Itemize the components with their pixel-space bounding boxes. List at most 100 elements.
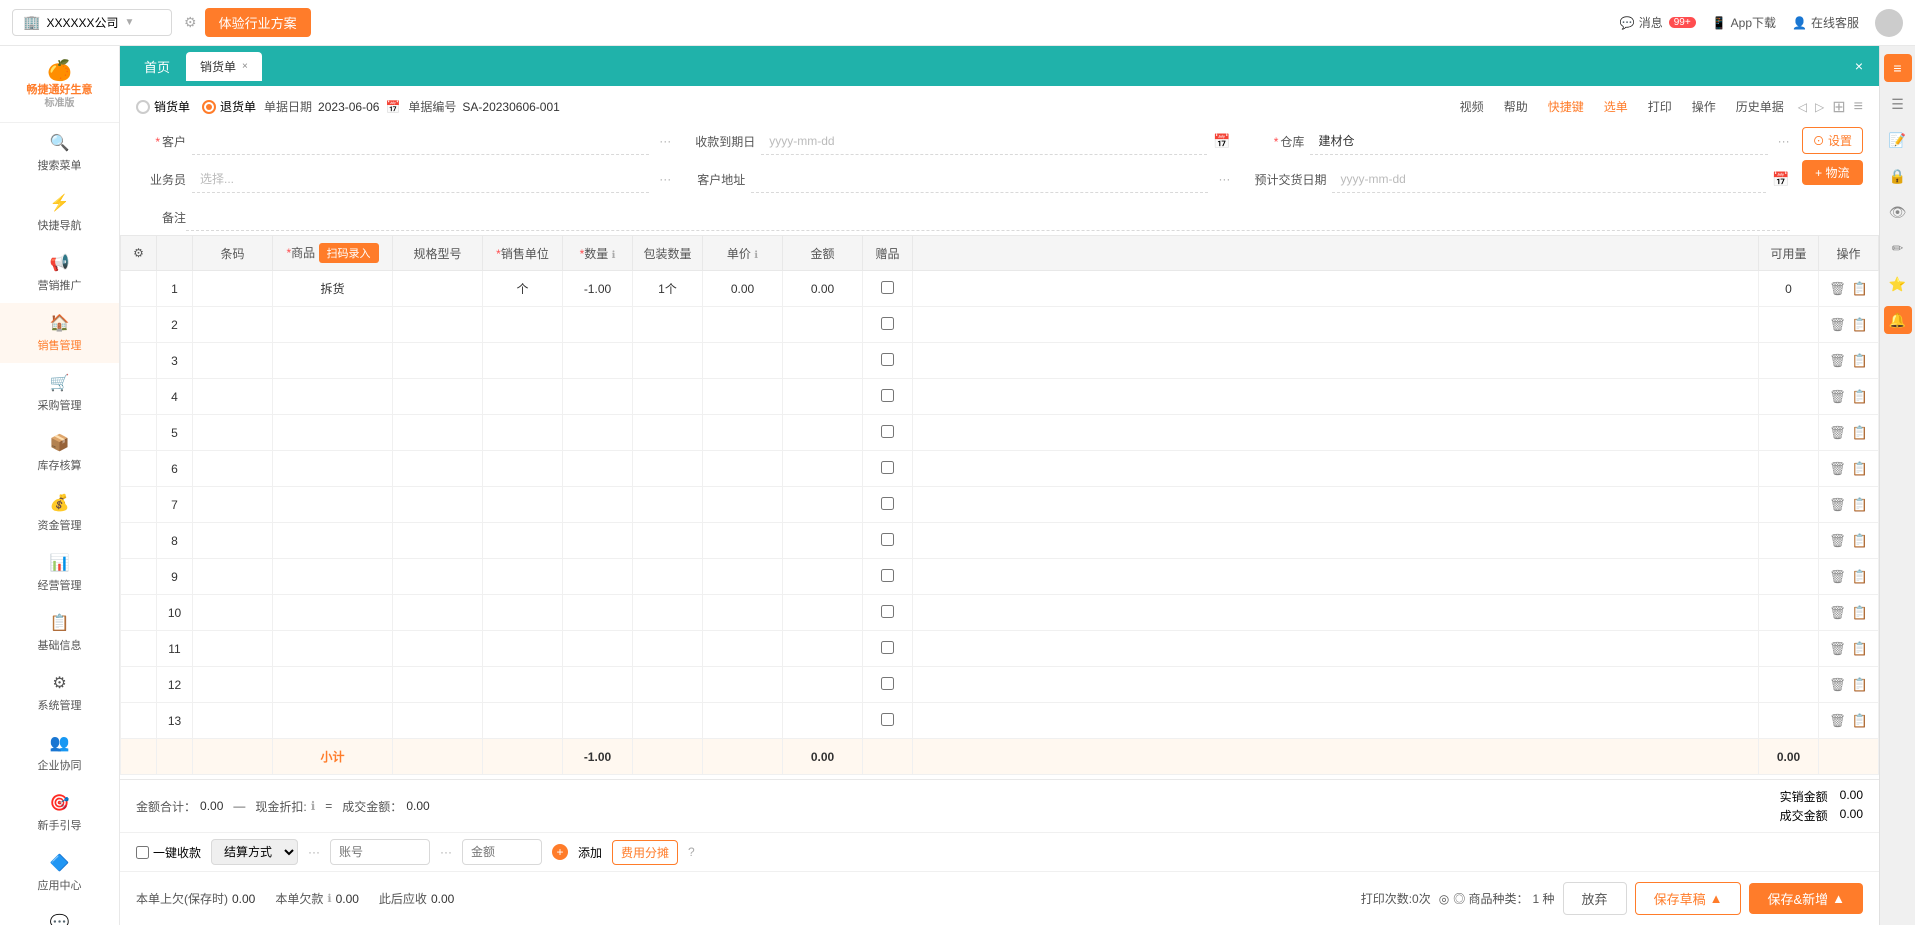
due-date-input[interactable]: yyyy-mm-dd bbox=[761, 127, 1207, 155]
cell-pkg-0[interactable]: 1个 bbox=[633, 271, 703, 307]
copy-icon-12[interactable]: 📋 bbox=[1852, 713, 1868, 729]
right-panel-icon-7[interactable]: 🔔 bbox=[1884, 306, 1912, 334]
customer-input[interactable] bbox=[192, 127, 649, 155]
cell-pkg-4[interactable] bbox=[633, 415, 703, 451]
cell-gift-5[interactable] bbox=[863, 451, 913, 487]
sidebar-item-8[interactable]: 📋基础信息 bbox=[0, 603, 119, 663]
cell-unit-11[interactable] bbox=[483, 667, 563, 703]
cell-pkg-3[interactable] bbox=[633, 379, 703, 415]
cell-price-5[interactable] bbox=[703, 451, 783, 487]
cell-amount-2[interactable] bbox=[783, 343, 863, 379]
cell-qty-11[interactable] bbox=[563, 667, 633, 703]
sidebar-item-2[interactable]: 📢营销推广 bbox=[0, 243, 119, 303]
cell-goods-12[interactable] bbox=[273, 703, 393, 739]
nav-next-icon[interactable]: ▷ bbox=[1815, 100, 1824, 114]
cell-goods-0[interactable]: 拆货 bbox=[273, 271, 393, 307]
one-click-payment[interactable]: 一键收款 bbox=[136, 844, 201, 861]
salesperson-input[interactable]: 选择... bbox=[192, 165, 649, 193]
cell-qty-4[interactable] bbox=[563, 415, 633, 451]
cell-barcode-2[interactable] bbox=[193, 343, 273, 379]
save-new-btn[interactable]: 保存&新增 ▲ bbox=[1749, 883, 1863, 914]
nav-prev-icon[interactable]: ◁ bbox=[1798, 100, 1807, 114]
copy-icon-9[interactable]: 📋 bbox=[1852, 605, 1868, 621]
list-view-icon[interactable]: ≡ bbox=[1854, 98, 1863, 116]
cell-unit-6[interactable] bbox=[483, 487, 563, 523]
expected-date-input[interactable]: yyyy-mm-dd bbox=[1332, 165, 1766, 193]
cell-amount-0[interactable]: 0.00 bbox=[783, 271, 863, 307]
cell-spec-10[interactable] bbox=[393, 631, 483, 667]
delete-icon-7[interactable]: 🗑 bbox=[1829, 533, 1846, 549]
cell-spec-8[interactable] bbox=[393, 559, 483, 595]
cell-qty-3[interactable] bbox=[563, 379, 633, 415]
cell-spec-12[interactable] bbox=[393, 703, 483, 739]
company-selector[interactable]: 🏢 XXXXXX公司 ▼ bbox=[12, 9, 172, 36]
history-btn[interactable]: 历史单据 bbox=[1730, 96, 1790, 117]
cell-pkg-12[interactable] bbox=[633, 703, 703, 739]
cell-gift-3[interactable] bbox=[863, 379, 913, 415]
settlement-select[interactable]: 结算方式 bbox=[211, 839, 298, 865]
cell-spec-1[interactable] bbox=[393, 307, 483, 343]
cell-barcode-11[interactable] bbox=[193, 667, 273, 703]
cell-unit-9[interactable] bbox=[483, 595, 563, 631]
cell-gift-9[interactable] bbox=[863, 595, 913, 631]
salesperson-more[interactable]: ··· bbox=[659, 172, 671, 186]
copy-icon-11[interactable]: 📋 bbox=[1852, 677, 1868, 693]
cell-price-0[interactable]: 0.00 bbox=[703, 271, 783, 307]
sidebar-item-5[interactable]: 📦库存核算 bbox=[0, 423, 119, 483]
sidebar-item-3[interactable]: 🏠销售管理 bbox=[0, 303, 119, 363]
cell-price-1[interactable] bbox=[703, 307, 783, 343]
copy-icon-3[interactable]: 📋 bbox=[1852, 389, 1868, 405]
warehouse-input[interactable]: 建材仓 bbox=[1310, 127, 1767, 155]
cell-price-2[interactable] bbox=[703, 343, 783, 379]
sidebar-item-12[interactable]: 🔷应用中心 bbox=[0, 843, 119, 903]
cell-unit-10[interactable] bbox=[483, 631, 563, 667]
delete-icon-6[interactable]: 🗑 bbox=[1829, 497, 1846, 513]
print-btn[interactable]: 打印 bbox=[1642, 96, 1678, 117]
cell-barcode-9[interactable] bbox=[193, 595, 273, 631]
cell-barcode-1[interactable] bbox=[193, 307, 273, 343]
avatar[interactable] bbox=[1875, 9, 1903, 37]
cell-amount-5[interactable] bbox=[783, 451, 863, 487]
cell-gift-12[interactable] bbox=[863, 703, 913, 739]
cell-barcode-6[interactable] bbox=[193, 487, 273, 523]
expense-btn[interactable]: 费用分摊 bbox=[612, 840, 678, 865]
cell-barcode-0[interactable] bbox=[193, 271, 273, 307]
delete-icon-2[interactable]: 🗑 bbox=[1829, 353, 1846, 369]
cell-barcode-10[interactable] bbox=[193, 631, 273, 667]
cell-spec-9[interactable] bbox=[393, 595, 483, 631]
cell-price-11[interactable] bbox=[703, 667, 783, 703]
sidebar-item-4[interactable]: 🛒采购管理 bbox=[0, 363, 119, 423]
scan-btn[interactable]: 扫码录入 bbox=[319, 243, 379, 263]
cell-pkg-9[interactable] bbox=[633, 595, 703, 631]
sidebar-item-0[interactable]: 🔍搜索菜单 bbox=[0, 123, 119, 183]
cell-qty-1[interactable] bbox=[563, 307, 633, 343]
delete-icon-1[interactable]: 🗑 bbox=[1829, 317, 1846, 333]
cell-amount-12[interactable] bbox=[783, 703, 863, 739]
cell-barcode-5[interactable] bbox=[193, 451, 273, 487]
cell-gift-11[interactable] bbox=[863, 667, 913, 703]
sidebar-item-13[interactable]: 💬企业微信 bbox=[0, 903, 119, 925]
due-date-calendar[interactable]: 📅 bbox=[1213, 133, 1230, 150]
cell-goods-10[interactable] bbox=[273, 631, 393, 667]
copy-icon-0[interactable]: 📋 bbox=[1852, 281, 1868, 297]
cell-spec-0[interactable] bbox=[393, 271, 483, 307]
cell-qty-9[interactable] bbox=[563, 595, 633, 631]
cell-qty-0[interactable]: -1.00 bbox=[563, 271, 633, 307]
delete-icon-10[interactable]: 🗑 bbox=[1829, 641, 1846, 657]
radio-return[interactable]: 退货单 bbox=[202, 98, 256, 115]
cell-price-3[interactable] bbox=[703, 379, 783, 415]
delete-icon-12[interactable]: 🗑 bbox=[1829, 713, 1846, 729]
cell-goods-9[interactable] bbox=[273, 595, 393, 631]
cell-gift-4[interactable] bbox=[863, 415, 913, 451]
cell-pkg-1[interactable] bbox=[633, 307, 703, 343]
cell-goods-6[interactable] bbox=[273, 487, 393, 523]
cell-spec-7[interactable] bbox=[393, 523, 483, 559]
cell-pkg-11[interactable] bbox=[633, 667, 703, 703]
copy-icon-7[interactable]: 📋 bbox=[1852, 533, 1868, 549]
cell-barcode-4[interactable] bbox=[193, 415, 273, 451]
right-panel-icon-6[interactable]: ⭐ bbox=[1884, 270, 1912, 298]
customer-more[interactable]: ··· bbox=[659, 134, 671, 148]
cell-amount-10[interactable] bbox=[783, 631, 863, 667]
cell-unit-0[interactable]: 个 bbox=[483, 271, 563, 307]
video-btn[interactable]: 视频 bbox=[1454, 96, 1490, 117]
